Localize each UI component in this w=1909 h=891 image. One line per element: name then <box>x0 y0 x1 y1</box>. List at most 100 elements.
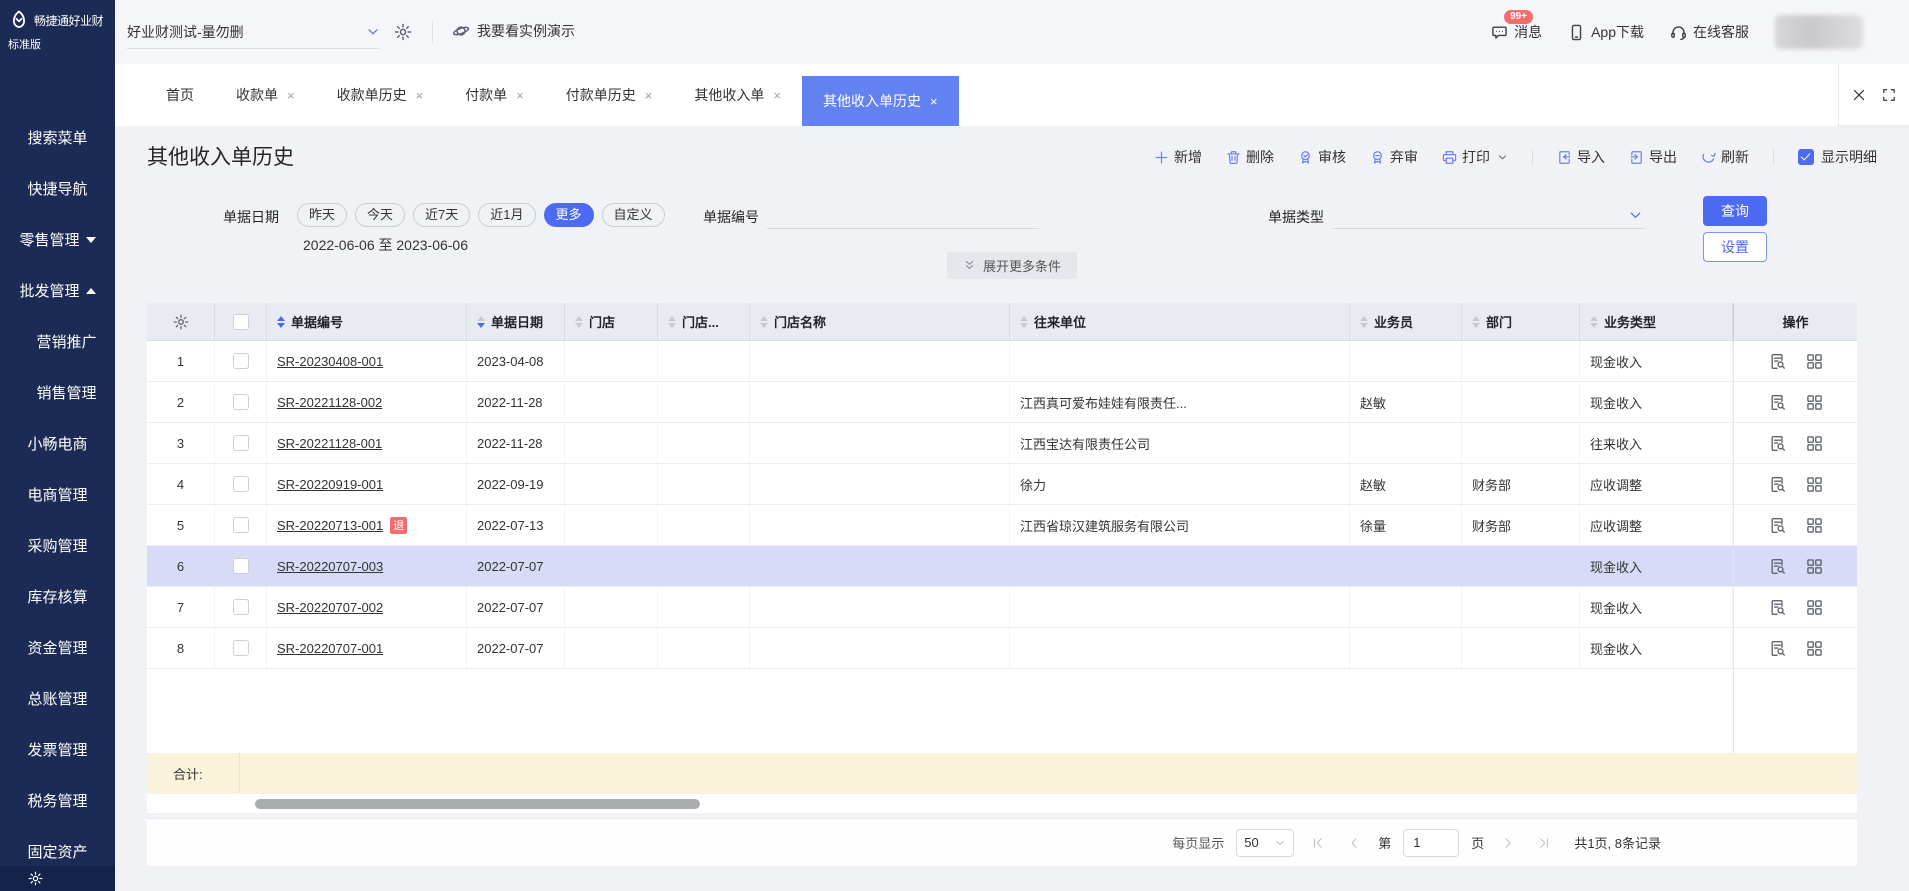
tab-close-icon[interactable]: × <box>773 88 781 103</box>
row-checkbox[interactable] <box>232 476 249 492</box>
date-pill[interactable]: 近1月 <box>478 203 536 227</box>
bill-no-link[interactable]: SR-20221128-001 <box>277 436 382 451</box>
table-row[interactable]: 1 SR-20230408-001 2023-04-08 现金收入 <box>147 341 1857 382</box>
avatar[interactable] <box>1775 15 1863 49</box>
sidebar-item-funds-mgmt[interactable]: 资金管理 <box>0 622 115 673</box>
column-config-gear-icon[interactable] <box>173 314 189 330</box>
select-all-checkbox[interactable] <box>232 313 249 330</box>
table-row[interactable]: 2 SR-20221128-002 2022-11-28 江西真可爱布娃娃有限责任..… <box>147 382 1857 423</box>
audit-button[interactable]: 审核 <box>1298 147 1346 167</box>
sidebar-item-general-ledger[interactable]: 总账管理 <box>0 673 115 724</box>
export-button[interactable]: 导出 <box>1629 147 1677 167</box>
doc-search-icon[interactable] <box>1769 640 1786 657</box>
sort-arrows[interactable] <box>575 315 583 328</box>
doc-search-icon[interactable] <box>1769 476 1786 493</box>
scrollbar-thumb[interactable] <box>255 799 700 809</box>
sidebar-item-marketing-promo[interactable]: 营销推广 <box>0 316 115 367</box>
show-detail-toggle[interactable]: 显示明细 <box>1798 147 1877 167</box>
doc-search-icon[interactable] <box>1769 599 1786 616</box>
tab-receipt[interactable]: 收款单 × <box>215 64 316 126</box>
column-header-partner[interactable]: 往来单位 <box>1010 303 1350 340</box>
column-header-select-all[interactable] <box>215 303 267 340</box>
per-page-select[interactable]: 50 <box>1236 828 1295 857</box>
row-checkbox[interactable] <box>232 599 249 615</box>
sort-arrows[interactable] <box>477 315 485 328</box>
checkbox-checked-icon[interactable] <box>1798 149 1814 165</box>
next-page-button[interactable] <box>1496 831 1520 855</box>
bill-no-link[interactable]: SR-20230408-001 <box>277 354 383 369</box>
sidebar-item-invoice-mgmt[interactable]: 发票管理 <box>0 724 115 775</box>
sidebar-item-inventory-accounting[interactable]: 库存核算 <box>0 571 115 622</box>
bill-no-link[interactable]: SR-20220919-001 <box>277 477 383 492</box>
tab-payment-history[interactable]: 付款单历史 × <box>545 64 674 126</box>
tab-receipt-history[interactable]: 收款单历史 × <box>316 64 445 126</box>
tab-close-icon[interactable]: × <box>416 88 424 103</box>
app-download-button[interactable]: App下载 <box>1568 22 1644 42</box>
sidebar-item-tax-mgmt[interactable]: 税务管理 <box>0 775 115 826</box>
sidebar-item-search-menu[interactable]: 搜索菜单 <box>0 112 115 163</box>
close-icon[interactable] <box>1852 88 1866 102</box>
column-header-biz-type[interactable]: 业务类型 <box>1580 303 1733 340</box>
abandon-audit-button[interactable]: 弃审 <box>1370 147 1418 167</box>
column-header-row-config[interactable] <box>147 303 215 340</box>
row-checkbox[interactable] <box>232 435 249 451</box>
bill-type-select[interactable] <box>1333 202 1645 229</box>
column-header-salesman[interactable]: 业务员 <box>1350 303 1462 340</box>
date-pill[interactable]: 今天 <box>355 203 406 227</box>
sort-arrows[interactable] <box>668 315 676 328</box>
grid-icon[interactable] <box>1806 476 1823 493</box>
sort-arrows[interactable] <box>277 315 285 328</box>
row-checkbox[interactable] <box>232 517 249 533</box>
import-button[interactable]: 导入 <box>1557 147 1605 167</box>
sort-arrows[interactable] <box>1590 315 1598 328</box>
first-page-button[interactable] <box>1306 831 1330 855</box>
date-range-value[interactable]: 2022-06-06 至 2023-06-06 <box>303 235 468 255</box>
grid-icon[interactable] <box>1806 435 1823 452</box>
sort-arrows[interactable] <box>1472 315 1480 328</box>
table-row[interactable]: 6 SR-20220707-003 2022-07-07 现金收入 <box>147 546 1857 587</box>
last-page-button[interactable] <box>1532 831 1556 855</box>
sidebar-item-ecommerce-mgmt[interactable]: 电商管理 <box>0 469 115 520</box>
add-button[interactable]: 新增 <box>1154 147 1202 167</box>
bill-no-link[interactable]: SR-20220707-003 <box>277 559 383 574</box>
date-pill[interactable]: 自定义 <box>601 203 665 227</box>
sort-arrows[interactable] <box>1020 315 1028 328</box>
table-row[interactable]: 7 SR-20220707-002 2022-07-07 现金收入 <box>147 587 1857 628</box>
column-header-dept[interactable]: 部门 <box>1462 303 1580 340</box>
table-row[interactable]: 3 SR-20221128-001 2022-11-28 江西宝达有限责任公司 往来收入 <box>147 423 1857 464</box>
sidebar-item-purchase-mgmt[interactable]: 采购管理 <box>0 520 115 571</box>
query-button[interactable]: 查询 <box>1703 196 1767 226</box>
account-selector[interactable]: 好业财测试-量勿删 <box>127 15 380 49</box>
sidebar-item-quick-nav[interactable]: 快捷导航 <box>0 163 115 214</box>
refresh-button[interactable]: 刷新 <box>1701 147 1749 167</box>
column-header-store[interactable]: 门店 <box>565 303 658 340</box>
demo-link[interactable]: 我要看实例演示 <box>452 21 575 41</box>
expand-more-conditions-button[interactable]: 展开更多条件 <box>946 252 1078 279</box>
sort-arrows[interactable] <box>1360 315 1368 328</box>
doc-search-icon[interactable] <box>1769 435 1786 452</box>
column-header-bill-date[interactable]: 单据日期 <box>467 303 565 340</box>
sidebar-item-retail-mgmt[interactable]: 零售管理 <box>0 214 115 265</box>
row-checkbox[interactable] <box>232 640 249 656</box>
doc-search-icon[interactable] <box>1769 517 1786 534</box>
tab-other-income-history[interactable]: 其他收入单历史 × <box>801 76 959 126</box>
tab-close-icon[interactable]: × <box>930 94 938 109</box>
sidebar-item-xiaochang-ecommerce[interactable]: 小畅电商 <box>0 418 115 469</box>
bill-no-link[interactable]: SR-20220707-002 <box>277 600 383 615</box>
bill-no-link[interactable]: SR-20220713-001 <box>277 518 383 533</box>
table-row[interactable]: 5 SR-20220713-001 退 2022-07-13 江西省琼汉建筑服务有限公司… <box>147 505 1857 546</box>
tab-home[interactable]: 首页 <box>145 64 215 126</box>
grid-icon[interactable] <box>1806 517 1823 534</box>
date-pill[interactable]: 近7天 <box>413 203 471 227</box>
tab-payment[interactable]: 付款单 × <box>444 64 545 126</box>
sidebar-settings-gear-icon[interactable] <box>28 871 43 886</box>
row-checkbox[interactable] <box>232 394 249 410</box>
tab-other-income[interactable]: 其他收入单 × <box>673 64 802 126</box>
delete-button[interactable]: 删除 <box>1226 147 1274 167</box>
column-header-bill-no[interactable]: 单据编号 <box>267 303 467 340</box>
column-header-store-name[interactable]: 门店名称 <box>750 303 1010 340</box>
row-checkbox[interactable] <box>232 353 249 369</box>
doc-search-icon[interactable] <box>1769 353 1786 370</box>
grid-icon[interactable] <box>1806 353 1823 370</box>
support-button[interactable]: 在线客服 <box>1670 22 1749 42</box>
